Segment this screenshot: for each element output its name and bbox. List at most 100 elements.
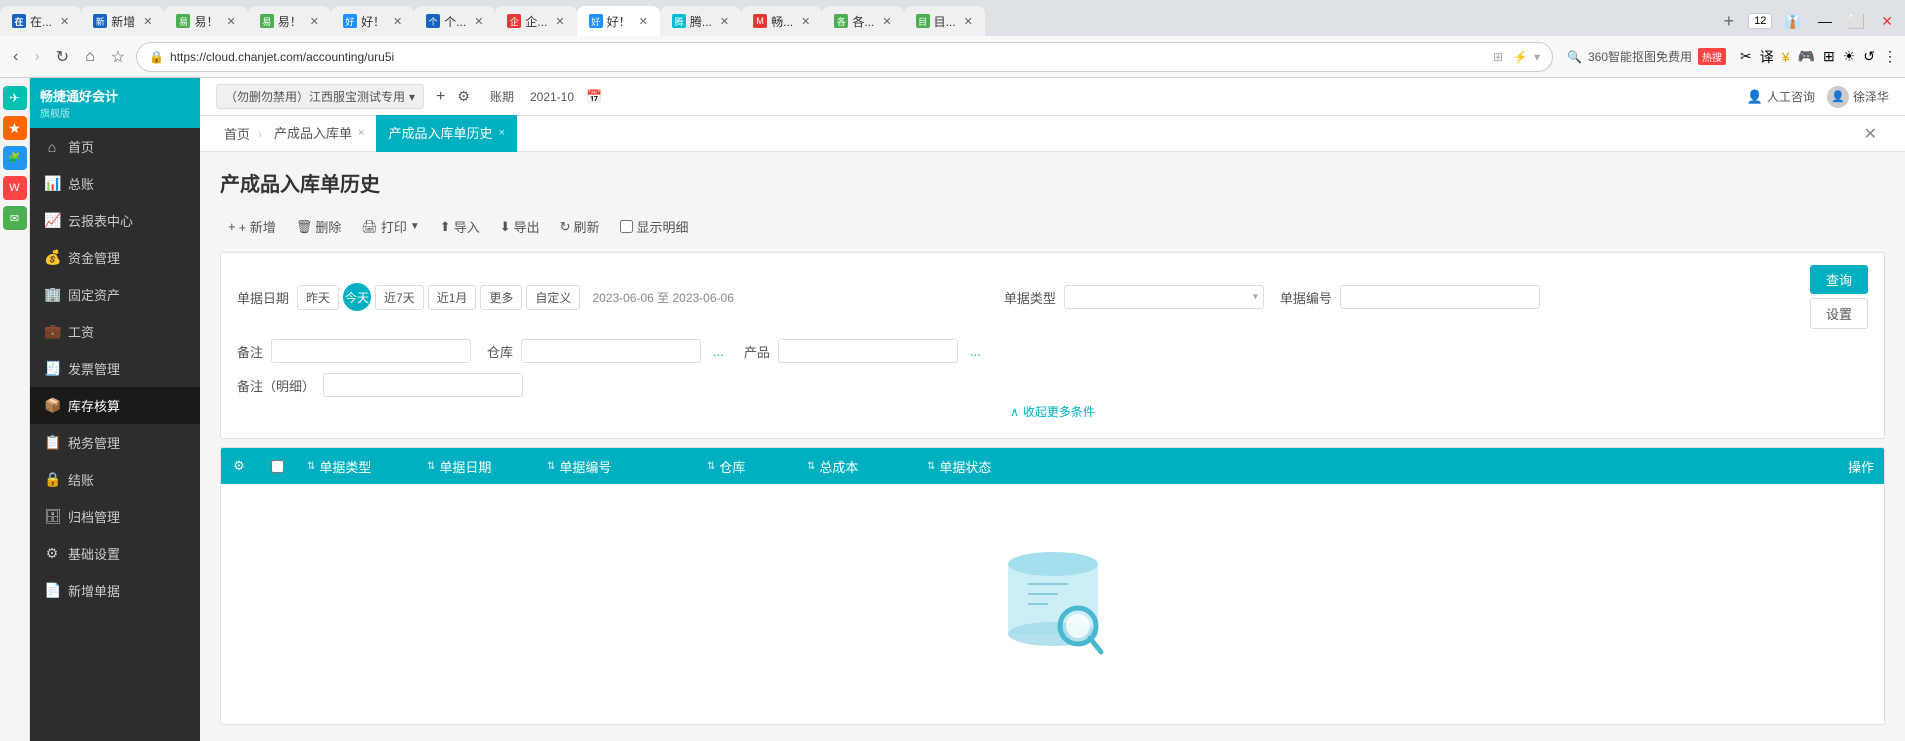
tab-product-history-close[interactable]: × xyxy=(498,127,504,139)
tab-2[interactable]: 新 新增 ✕ xyxy=(81,6,164,36)
display-cols-checkbox[interactable] xyxy=(620,220,633,233)
home-btn[interactable]: ⌂ xyxy=(80,46,100,68)
tab-10-close[interactable]: ✕ xyxy=(801,15,810,28)
back-btn[interactable]: ‹ xyxy=(8,46,23,68)
note-input[interactable] xyxy=(271,339,471,363)
search-btn[interactable]: 查询 xyxy=(1810,265,1868,294)
user-service-btn[interactable]: 👤 人工咨询 xyxy=(1747,88,1815,105)
tab-3[interactable]: 易 易！ ✕ xyxy=(164,6,247,36)
date-btn-yesterday[interactable]: 昨天 xyxy=(297,285,339,310)
tab-count[interactable]: 12 xyxy=(1748,13,1772,29)
tab-7-close[interactable]: ✕ xyxy=(555,15,564,28)
settings-set-btn[interactable]: 设置 xyxy=(1810,298,1868,329)
th-check[interactable] xyxy=(257,460,297,473)
print-btn[interactable]: 🖨 打印 ▼ xyxy=(353,213,427,240)
tab-4-close[interactable]: ✕ xyxy=(310,15,319,28)
sidebar-item-settings[interactable]: ⚙ 基础设置 xyxy=(30,535,200,572)
forward-btn[interactable]: › xyxy=(29,46,44,68)
panel-close-btn[interactable]: ✕ xyxy=(1852,124,1889,144)
sidebar-item-salary[interactable]: 💼 工资 xyxy=(30,313,200,350)
sidebar-item-fixed[interactable]: 🏢 固定资产 xyxy=(30,276,200,313)
add-btn[interactable]: + + 新增 xyxy=(220,213,284,240)
rail-icon-1[interactable]: ✈ xyxy=(3,86,27,110)
tab-5-close[interactable]: ✕ xyxy=(393,15,402,28)
refresh-btn-toolbar[interactable]: ↻ 刷新 xyxy=(552,213,608,240)
warehouse-dots[interactable]: ... xyxy=(709,344,728,359)
tab-12-close[interactable]: ✕ xyxy=(964,15,973,28)
scissors-icon[interactable]: ✂ xyxy=(1740,48,1752,65)
url-box[interactable]: 🔒 https://cloud.chanjet.com/accounting/u… xyxy=(136,42,1553,72)
url-dropdown-icon[interactable]: ▾ xyxy=(1534,50,1540,64)
tab-product-list-close[interactable]: × xyxy=(358,127,364,139)
window-maximize-btn[interactable]: ⬜ xyxy=(1844,13,1869,30)
warehouse-input[interactable] xyxy=(521,339,701,363)
rail-icon-3[interactable]: 🧩 xyxy=(3,146,27,170)
num-input[interactable] xyxy=(1340,285,1540,309)
tab-11-close[interactable]: ✕ xyxy=(882,15,891,28)
th-num[interactable]: ⇅ 单据编号 xyxy=(537,457,697,476)
th-settings[interactable]: ⚙ xyxy=(221,458,257,474)
sidebar-item-home[interactable]: ⌂ 首页 xyxy=(30,128,200,165)
product-input[interactable] xyxy=(778,339,958,363)
th-date[interactable]: ⇅ 单据日期 xyxy=(417,457,537,476)
tab-4[interactable]: 易 易！ ✕ xyxy=(248,6,331,36)
sidebar-item-closing[interactable]: 🔒 结账 xyxy=(30,461,200,498)
tab-12[interactable]: 目 目... ✕ xyxy=(904,6,985,36)
rail-icon-4[interactable]: W xyxy=(3,176,27,200)
date-btn-more[interactable]: 更多 xyxy=(480,285,522,310)
undo-icon[interactable]: ↺ xyxy=(1863,48,1875,65)
sidebar-item-archive[interactable]: 🗄 归档管理 xyxy=(30,498,200,535)
tab-2-close[interactable]: ✕ xyxy=(143,15,152,28)
more-icon[interactable]: ⋮ xyxy=(1883,48,1897,65)
tab-9-close[interactable]: ✕ xyxy=(720,15,729,28)
sidebar-item-tax[interactable]: 📋 税务管理 xyxy=(30,424,200,461)
note-detail-input[interactable] xyxy=(323,373,523,397)
tab-product-list[interactable]: 产成品入库单 × xyxy=(262,115,376,152)
window-shirt-icon[interactable]: 👔 xyxy=(1780,13,1805,30)
type-select[interactable] xyxy=(1064,285,1264,309)
company-selector[interactable]: （勿删勿禁用）江西服宝测试专用 ▾ xyxy=(216,84,424,109)
yuan-icon[interactable]: ¥ xyxy=(1782,49,1790,65)
tab-product-history[interactable]: 产成品入库单历史 × xyxy=(376,115,516,152)
sidebar-item-invoice[interactable]: 🧾 发票管理 xyxy=(30,350,200,387)
window-minimize-btn[interactable]: — xyxy=(1814,13,1836,29)
th-status[interactable]: ⇅ 单据状态 xyxy=(917,457,1037,476)
tab-9[interactable]: 腾 腾... ✕ xyxy=(660,6,741,36)
date-btn-today[interactable]: 今天 xyxy=(343,283,371,311)
tab-new-btn[interactable]: + xyxy=(1718,11,1741,32)
th-warehouse[interactable]: ⇅ 仓库 xyxy=(697,457,797,476)
tab-8-close[interactable]: ✕ xyxy=(639,15,648,28)
product-dots[interactable]: ... xyxy=(966,344,985,359)
tab-3-close[interactable]: ✕ xyxy=(226,15,235,28)
th-type[interactable]: ⇅ 单据类型 xyxy=(297,457,417,476)
tab-6-close[interactable]: ✕ xyxy=(474,15,483,28)
tab-8[interactable]: 好 好！ ✕ xyxy=(577,6,660,36)
sidebar-item-inventory[interactable]: 📦 库存核算 xyxy=(30,387,200,424)
import-btn[interactable]: ⬆ 导入 xyxy=(432,213,488,240)
tab-7[interactable]: 企 企... ✕ xyxy=(495,6,576,36)
settings-btn-top[interactable]: ⚙ xyxy=(457,88,470,105)
sidebar-item-funds[interactable]: 💰 资金管理 xyxy=(30,239,200,276)
sidebar-item-newbill[interactable]: 📄 新增单据 xyxy=(30,572,200,609)
user-avatar-btn[interactable]: 👤 徐泽华 xyxy=(1827,86,1889,108)
refresh-btn[interactable]: ↻ xyxy=(51,45,74,69)
bookmark-btn[interactable]: ☆ xyxy=(106,45,130,69)
window-close-btn[interactable]: ✕ xyxy=(1877,13,1897,30)
display-cols-check[interactable]: 显示明细 xyxy=(620,217,689,236)
sidebar-item-ledger[interactable]: 📊 总账 xyxy=(30,165,200,202)
th-cost[interactable]: ⇅ 总成本 xyxy=(797,457,917,476)
breadcrumb-home[interactable]: 首页 xyxy=(216,116,258,151)
tab-1-close[interactable]: ✕ xyxy=(60,15,69,28)
brightness-icon[interactable]: ☀ xyxy=(1843,48,1856,65)
tab-1[interactable]: 在 在... ✕ xyxy=(0,6,81,36)
gamepad-icon[interactable]: 🎮 xyxy=(1798,48,1815,65)
tab-5[interactable]: 好 好！ ✕ xyxy=(331,6,414,36)
rail-icon-5[interactable]: ✉ xyxy=(3,206,27,230)
rail-icon-2[interactable]: ★ xyxy=(3,116,27,140)
grid2-icon[interactable]: ⊞ xyxy=(1823,48,1835,65)
sidebar-item-reports[interactable]: 📈 云报表中心 xyxy=(30,202,200,239)
translate-icon[interactable]: 译 xyxy=(1760,47,1774,67)
collapse-btn[interactable]: ∧ 收起更多条件 xyxy=(237,397,1868,426)
delete-btn[interactable]: 🗑 删除 xyxy=(288,213,350,240)
date-btn-custom[interactable]: 自定义 xyxy=(526,285,580,310)
